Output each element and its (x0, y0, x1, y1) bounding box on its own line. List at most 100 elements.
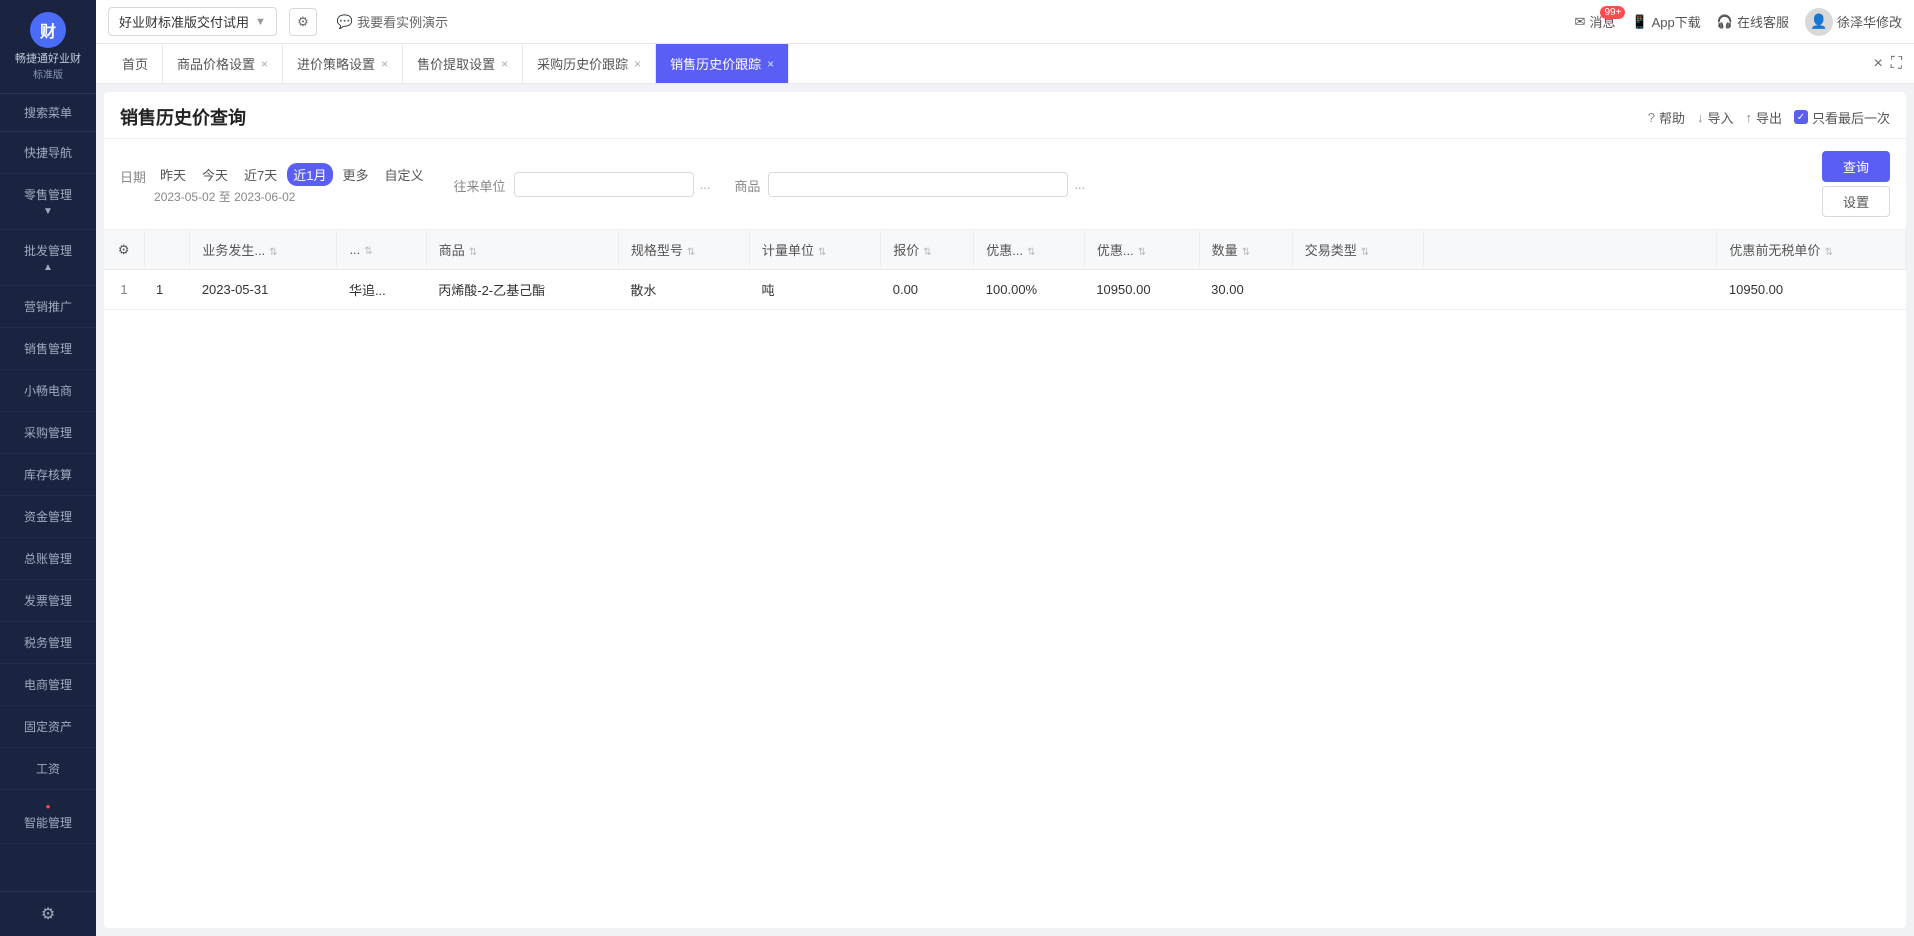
import-button[interactable]: ↓ 导入 (1697, 108, 1734, 127)
col-qty[interactable]: 数量⇅ (1199, 230, 1292, 270)
tab-sales-history[interactable]: 销售历史价跟踪 × (656, 44, 789, 84)
sidebar-item-label: 智能管理 (24, 814, 72, 831)
sidebar-item-tax[interactable]: 税务管理 (0, 622, 96, 664)
tab-price-extract[interactable]: 售价提取设置 × (403, 44, 523, 84)
tab-close-icon[interactable]: × (767, 58, 774, 70)
tab-label: 采购历史价跟踪 (537, 54, 628, 73)
sidebar-item-payroll[interactable]: 工资 (0, 748, 96, 790)
sidebar-item-label: 批发管理 (24, 242, 72, 259)
date-opt-more[interactable]: 更多 (337, 163, 375, 186)
tab-label: 售价提取设置 (417, 54, 495, 73)
online-service-button[interactable]: 🎧 在线客服 (1717, 12, 1789, 31)
col-discount-amt[interactable]: 优惠...⇅ (1084, 230, 1199, 270)
logo-icon: 财 (30, 12, 66, 48)
tab-purchase-strategy[interactable]: 进价策略设置 × (283, 44, 403, 84)
sidebar-item-label: 营销推广 (24, 298, 72, 315)
tab-label: 销售历史价跟踪 (670, 54, 761, 73)
cell-qty: 30.00 (1199, 270, 1292, 310)
sidebar-item-general-ledger[interactable]: 总账管理 (0, 538, 96, 580)
sidebar-item-smart[interactable]: ● 智能管理 (0, 790, 96, 844)
tab-purchase-history[interactable]: 采购历史价跟踪 × (523, 44, 656, 84)
tabs-bar: 首页 商品价格设置 × 进价策略设置 × 售价提取设置 × 采购历史价跟踪 × … (96, 44, 1914, 84)
sidebar-item-marketing[interactable]: 营销推广 (0, 286, 96, 328)
sidebar-item-label: 小畅电商 (24, 382, 72, 399)
date-opt-1month[interactable]: 近1月 (287, 163, 332, 186)
sidebar-item-ecommerce-small[interactable]: 小畅电商 (0, 370, 96, 412)
source-unit-dots-button[interactable]: ... (700, 177, 711, 192)
help-label: 帮助 (1659, 108, 1685, 127)
version-select[interactable]: 好业财标准版交付试用 ▼ (108, 7, 277, 36)
sidebar-item-quick-nav[interactable]: 快捷导航 (0, 132, 96, 174)
cell-spacer (1423, 270, 1717, 310)
message-badge: 99+ (1600, 6, 1625, 19)
sidebar-item-fixed-assets[interactable]: 固定资产 (0, 706, 96, 748)
demo-button[interactable]: 💬 我要看实例演示 (337, 12, 448, 31)
filter-actions: 查询 设置 (1822, 151, 1890, 217)
date-opt-7days[interactable]: 近7天 (238, 163, 283, 186)
tab-close-icon[interactable]: × (261, 58, 268, 70)
col-biz-date[interactable]: 业务发生...⇅ (190, 230, 337, 270)
sidebar-logo[interactable]: 财 畅捷通好业财 标准版 (0, 0, 96, 94)
date-opt-today[interactable]: 今天 (196, 163, 234, 186)
col-more[interactable]: ...⇅ (337, 230, 426, 270)
date-opt-custom[interactable]: 自定义 (379, 163, 430, 186)
col-unit[interactable]: 计量单位⇅ (750, 230, 881, 270)
app-download-button[interactable]: 📱 App下载 (1631, 12, 1700, 31)
sidebar-item-label: 采购管理 (24, 424, 72, 441)
import-label: 导入 (1707, 108, 1733, 127)
app-download-label: App下载 (1652, 12, 1701, 31)
import-icon: ↓ (1697, 110, 1704, 125)
sidebar-item-sales[interactable]: 销售管理 (0, 328, 96, 370)
sidebar-search[interactable]: 搜索菜单 (0, 94, 96, 132)
goods-input[interactable] (768, 172, 1068, 197)
message-button[interactable]: ✉ 消息 99+ (1575, 12, 1616, 31)
settings-button[interactable]: 设置 (1822, 186, 1890, 217)
source-unit-input[interactable] (514, 172, 694, 197)
tab-label: 商品价格设置 (177, 54, 255, 73)
tab-home[interactable]: 首页 (108, 44, 163, 84)
tab-close-icon[interactable]: × (634, 58, 641, 70)
cell-unit: 吨 (750, 270, 881, 310)
col-trade-type[interactable]: 交易类型⇅ (1292, 230, 1423, 270)
topbar-right: ✉ 消息 99+ 📱 App下载 🎧 在线客服 👤 徐泽华修改 (1575, 8, 1902, 36)
tab-close-icon[interactable]: × (381, 58, 388, 70)
table-row[interactable]: 1 1 2023-05-31 华追... 丙烯酸-2-乙基己酯 散水 吨 0.0… (104, 270, 1906, 310)
tab-close-icon[interactable]: × (501, 58, 508, 70)
help-button[interactable]: ? 帮助 (1648, 108, 1685, 127)
arrow-icon: ▼ (43, 206, 53, 217)
col-price[interactable]: 报价⇅ (881, 230, 974, 270)
cell-seq: 1 (104, 270, 144, 310)
maximize-window-button[interactable]: ⛶ (1891, 55, 1902, 73)
query-button[interactable]: 查询 (1822, 151, 1890, 182)
demo-label: 我要看实例演示 (357, 12, 448, 31)
table-wrapper: ⚙ 业务发生...⇅ ...⇅ 商品⇅ 规格型号⇅ 计量单位⇅ 报价⇅ 优惠..… (104, 230, 1906, 928)
only-last-checkbox[interactable]: ✓ 只看最后一次 (1794, 108, 1890, 127)
sidebar-settings-button[interactable]: ⚙ (0, 891, 96, 936)
col-spec[interactable]: 规格型号⇅ (618, 230, 749, 270)
cell-seq2: 1 (144, 270, 190, 310)
date-range: 2023-05-02 至 2023-06-02 (154, 188, 430, 205)
user-menu[interactable]: 👤 徐泽华修改 (1805, 8, 1902, 36)
data-table: ⚙ 业务发生...⇅ ...⇅ 商品⇅ 规格型号⇅ 计量单位⇅ 报价⇅ 优惠..… (104, 230, 1906, 310)
logo-badge: 标准版 (8, 66, 88, 81)
col-pretax-price[interactable]: 优惠前无税单价⇅ (1717, 230, 1906, 270)
source-unit-label: 往来单位 (454, 176, 506, 195)
tab-price-settings[interactable]: 商品价格设置 × (163, 44, 283, 84)
sidebar-item-invoice[interactable]: 发票管理 (0, 580, 96, 622)
sidebar-item-inventory[interactable]: 库存核算 (0, 454, 96, 496)
col-discount-pct[interactable]: 优惠...⇅ (974, 230, 1085, 270)
sidebar-item-purchase[interactable]: 采购管理 (0, 412, 96, 454)
page-title: 销售历史价查询 (120, 104, 246, 130)
sidebar-item-retail[interactable]: 零售管理 ▼ (0, 174, 96, 230)
sidebar-item-label: 零售管理 (24, 186, 72, 203)
export-button[interactable]: ↑ 导出 (1745, 108, 1782, 127)
col-settings[interactable]: ⚙ (104, 230, 144, 270)
sidebar-item-wholesale[interactable]: 批发管理 ▲ (0, 230, 96, 286)
sidebar-item-ecommerce[interactable]: 电商管理 (0, 664, 96, 706)
date-opt-yesterday[interactable]: 昨天 (154, 163, 192, 186)
topbar-settings-button[interactable]: ⚙ (289, 8, 317, 36)
col-goods[interactable]: 商品⇅ (426, 230, 618, 270)
sidebar-item-finance[interactable]: 资金管理 (0, 496, 96, 538)
goods-dots-button[interactable]: ... (1074, 177, 1085, 192)
close-window-button[interactable]: × (1873, 55, 1882, 73)
